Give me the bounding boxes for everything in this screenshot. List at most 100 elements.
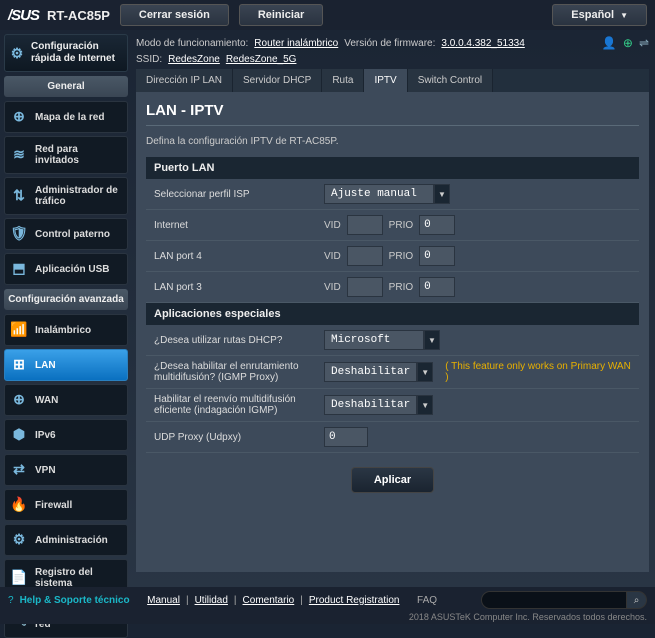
section-lan-port: Puerto LAN xyxy=(146,157,639,179)
igmp-snoop-label: Habilitar el reenvío multidifusión efici… xyxy=(154,394,324,416)
copyright: 2018 ASUSTeK Computer Inc. Reservados to… xyxy=(8,612,647,622)
tab-dhcp[interactable]: Servidor DHCP xyxy=(233,69,322,92)
shield-icon: 🛡 xyxy=(11,226,27,242)
sidebar-item-label: Aplicación USB xyxy=(35,264,109,275)
prio-label: PRIO xyxy=(389,282,413,293)
usb-status-icon[interactable]: ⇌ xyxy=(639,36,649,50)
isp-profile-select[interactable]: Ajuste manual xyxy=(324,184,434,204)
sidebar-item-traffic-manager[interactable]: ⇅Administrador de tráfico xyxy=(4,177,128,215)
lan3-vid-input[interactable] xyxy=(347,277,383,297)
footer-manual[interactable]: Manual xyxy=(147,595,180,606)
sidebar-item-network-map[interactable]: ⊕ Mapa de la red xyxy=(4,101,128,133)
client-icon[interactable]: 👤 xyxy=(602,36,617,50)
status-icon[interactable]: ⊕ xyxy=(623,36,633,50)
help-support[interactable]: Help & Soporte técnico xyxy=(20,595,130,606)
reboot-button[interactable]: Reiniciar xyxy=(239,4,323,26)
mode-value[interactable]: Router inalámbrico xyxy=(254,38,338,49)
mode-label: Modo de funcionamiento: xyxy=(136,38,248,49)
lan-icon: ⊞ xyxy=(11,357,27,373)
internet-prio-input[interactable] xyxy=(419,215,455,235)
vid-label: VID xyxy=(324,282,341,293)
globe-icon: ⊕ xyxy=(11,392,27,408)
udpxy-input[interactable] xyxy=(324,427,368,447)
sidebar-quick-label: Configuración rápida de Internet xyxy=(31,41,123,65)
row-label: LAN port 3 xyxy=(154,282,324,293)
lan3-prio-input[interactable] xyxy=(419,277,455,297)
sidebar-item-label: LAN xyxy=(35,360,56,371)
model-name: RT-AC85P xyxy=(47,8,110,23)
sidebar-item-label: Mapa de la red xyxy=(35,112,104,123)
igmp-proxy-label: ¿Desea habilitar el enrutamiento multidi… xyxy=(154,361,324,383)
search-input[interactable] xyxy=(481,591,627,609)
language-button[interactable]: Español ▼ xyxy=(552,4,647,26)
brand-logo: /SUS xyxy=(8,7,39,24)
sidebar-item-wireless[interactable]: 📶Inalámbrico xyxy=(4,314,128,346)
sidebar-item-ipv6[interactable]: ⬢IPv6 xyxy=(4,419,128,451)
chevron-down-icon[interactable]: ▼ xyxy=(434,184,450,204)
tab-lan-ip[interactable]: Dirección IP LAN xyxy=(136,69,233,92)
language-label: Español xyxy=(571,9,614,21)
row-label: Internet xyxy=(154,220,324,231)
help-icon[interactable]: ? xyxy=(8,595,14,606)
fire-icon: 🔥 xyxy=(11,497,27,513)
chevron-down-icon[interactable]: ▼ xyxy=(424,330,440,350)
isp-profile-label: Seleccionar perfil ISP xyxy=(154,189,324,200)
sidebar-item-label: Control paterno xyxy=(35,229,110,240)
ssid2-value[interactable]: RedesZone_5G xyxy=(226,54,297,65)
sidebar-item-parental[interactable]: 🛡 Control paterno xyxy=(4,218,128,250)
tab-iptv[interactable]: IPTV xyxy=(364,69,407,92)
vpn-icon: ⇄ xyxy=(11,462,27,478)
sidebar-item-firewall[interactable]: 🔥 Firewall xyxy=(4,489,128,521)
sidebar-item-label: Administración xyxy=(35,535,108,546)
igmp-note: ( This feature only works on Primary WAN… xyxy=(445,361,631,383)
dhcp-routes-select[interactable]: Microsoft xyxy=(324,330,424,350)
sidebar-item-label: Firewall xyxy=(35,500,72,511)
sidebar-header-general: General xyxy=(4,76,128,97)
footer-product-reg[interactable]: Product Registration xyxy=(309,595,400,606)
vid-label: VID xyxy=(324,220,341,231)
usb-icon: ⬒ xyxy=(11,261,27,277)
dhcp-routes-label: ¿Desea utilizar rutas DHCP? xyxy=(154,335,324,346)
faq-label[interactable]: FAQ xyxy=(417,595,437,606)
sidebar-item-vpn[interactable]: ⇄ VPN xyxy=(4,454,128,486)
ssid1-value[interactable]: RedesZone xyxy=(168,54,220,65)
sidebar-item-label: Administrador de tráfico xyxy=(35,185,121,207)
section-apps: Aplicaciones especiales xyxy=(146,303,639,325)
tab-switch[interactable]: Switch Control xyxy=(408,69,493,92)
log-icon: 📄 xyxy=(11,570,27,586)
prio-label: PRIO xyxy=(389,220,413,231)
row-label: LAN port 4 xyxy=(154,251,324,262)
globe-icon: ⊕ xyxy=(11,109,27,125)
sidebar-item-admin[interactable]: ⚙Administración xyxy=(4,524,128,556)
internet-vid-input[interactable] xyxy=(347,215,383,235)
vid-label: VID xyxy=(324,251,341,262)
footer-feedback[interactable]: Comentario xyxy=(243,595,295,606)
page-desc: Defina la configuración IPTV de RT-AC85P… xyxy=(146,136,639,147)
sidebar-item-lan[interactable]: ⊞ LAN xyxy=(4,349,128,381)
igmp-snoop-select[interactable]: Deshabilitar xyxy=(324,395,417,415)
gear-icon: ⚙ xyxy=(9,45,25,61)
sidebar-item-label: Registro del sistema xyxy=(35,567,121,589)
lan4-vid-input[interactable] xyxy=(347,246,383,266)
chevron-down-icon[interactable]: ▼ xyxy=(417,395,433,415)
fw-value[interactable]: 3.0.0.4.382_51334 xyxy=(441,38,524,49)
igmp-proxy-select[interactable]: Deshabilitar xyxy=(324,362,417,382)
search-button[interactable]: ⌕ xyxy=(627,591,647,609)
sidebar-item-guest-network[interactable]: ≋ Red para invitados xyxy=(4,136,128,174)
sidebar-item-usb-app[interactable]: ⬒ Aplicación USB xyxy=(4,253,128,285)
sidebar-item-label: VPN xyxy=(35,465,56,476)
lan4-prio-input[interactable] xyxy=(419,246,455,266)
footer-utility[interactable]: Utilidad xyxy=(195,595,228,606)
page-title: LAN - IPTV xyxy=(146,102,639,119)
tab-route[interactable]: Ruta xyxy=(322,69,364,92)
sidebar-item-label: Red para invitados xyxy=(35,144,121,166)
apply-button[interactable]: Aplicar xyxy=(351,467,434,493)
chevron-down-icon[interactable]: ▼ xyxy=(417,362,433,382)
sidebar-item-label: IPv6 xyxy=(35,430,56,441)
sidebar-item-label: WAN xyxy=(35,395,58,406)
sidebar-item-wan[interactable]: ⊕ WAN xyxy=(4,384,128,416)
chevron-down-icon: ▼ xyxy=(620,11,628,20)
sidebar-quick-setup[interactable]: ⚙ Configuración rápida de Internet xyxy=(4,34,128,72)
logout-button[interactable]: Cerrar sesión xyxy=(120,4,229,26)
wifi-icon: ≋ xyxy=(11,147,27,163)
